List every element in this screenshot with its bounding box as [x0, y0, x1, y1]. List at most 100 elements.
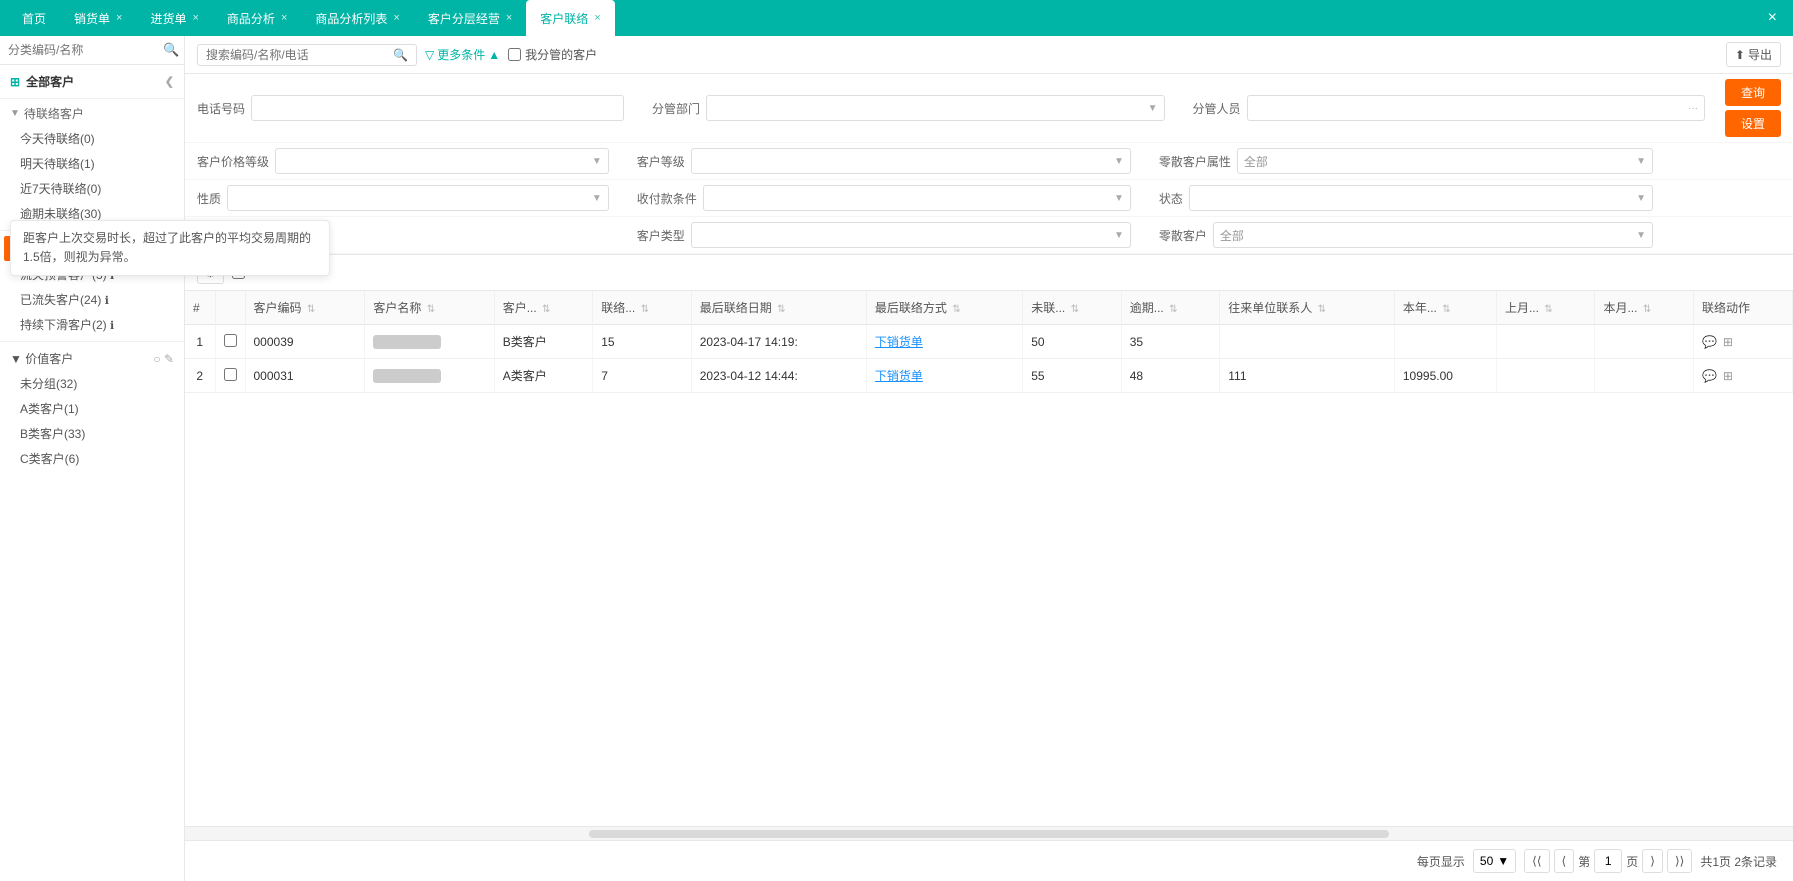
cust-type-select[interactable]: ▼ — [691, 222, 1131, 248]
row-checkbox-1[interactable] — [224, 334, 237, 347]
sidebar-item-week[interactable]: 近7天待联络(0) — [0, 176, 184, 201]
nav-purchase-close[interactable]: × — [192, 12, 198, 24]
sidebar-item-declining[interactable]: 持续下滑客户(2) ℹ — [0, 312, 184, 337]
setting-button[interactable]: 设置 — [1725, 110, 1781, 137]
col-code[interactable]: 客户编码 ⇅ — [245, 291, 365, 325]
col-contact[interactable]: 联络... ⇅ — [593, 291, 692, 325]
scatter-attr-select[interactable]: 全部 ▼ — [1237, 148, 1653, 174]
col-this-year[interactable]: 本年... ⇅ — [1394, 291, 1496, 325]
table-scroll-area[interactable]: # 客户编码 ⇅ 客户名称 ⇅ 客户... ⇅ 联络... ⇅ 最后联络日期 ⇅… — [185, 291, 1793, 826]
col-no-contact[interactable]: 未联... ⇅ — [1023, 291, 1122, 325]
sidebar-collapse-btn[interactable]: ❮ — [165, 75, 174, 88]
row-checkbox-2[interactable] — [224, 368, 237, 381]
col-last-method[interactable]: 最后联络方式 ⇅ — [866, 291, 1022, 325]
export-button[interactable]: ⬆ 导出 — [1726, 42, 1781, 67]
sidebar-search-icon[interactable]: 🔍 — [163, 42, 179, 58]
my-customer-checkbox[interactable] — [508, 48, 521, 61]
filter-icon: ▽ — [425, 48, 434, 62]
sidebar-item-a-class[interactable]: A类客户(1) — [0, 396, 184, 421]
nav-customer-contact[interactable]: 客户联络 × — [526, 0, 614, 36]
cell-action-1: 💬 ⊞ — [1693, 325, 1792, 359]
nature-select[interactable]: ▼ — [227, 185, 609, 211]
cell-last-month-2 — [1496, 359, 1595, 393]
main-search-input[interactable] — [206, 48, 393, 62]
nav-analysis[interactable]: 商品分析 × — [213, 0, 301, 36]
nav-customer-contact-close[interactable]: × — [594, 12, 600, 24]
grid-action-icon-1[interactable]: ⊞ — [1723, 335, 1733, 349]
filter-bar: 🔍 ▽ 更多条件 ▲ 我分管的客户 ⬆ 导出 — [185, 36, 1793, 74]
field-cust-type: 客户类型 ▼ — [637, 222, 1131, 248]
sidebar-group-pending[interactable]: ▼ 待联络客户 — [0, 99, 184, 126]
payment-select[interactable]: ▼ — [703, 185, 1131, 211]
sidebar-item-ungroup[interactable]: 未分组(32) — [0, 371, 184, 396]
col-this-month[interactable]: 本月... ⇅ — [1595, 291, 1694, 325]
price-grade-select[interactable]: ▼ — [275, 148, 609, 174]
query-button[interactable]: 查询 — [1725, 79, 1781, 106]
col-last-date[interactable]: 最后联络日期 ⇅ — [691, 291, 866, 325]
cell-no-contact-2: 55 — [1023, 359, 1122, 393]
col-unit-contact[interactable]: 往来单位联系人 ⇅ — [1220, 291, 1395, 325]
nav-customer-segment-close[interactable]: × — [506, 12, 512, 24]
sidebar-search-bar: 🔍 — [0, 36, 184, 65]
page-number-input[interactable] — [1594, 849, 1622, 873]
field-payment: 收付款条件 ▼ — [637, 185, 1131, 211]
scatter-cust-select[interactable]: 全部 ▼ — [1213, 222, 1653, 248]
tooltip-text: 距客户上次交易时长，超过了此客户的平均交易周期的1.5倍，则视为异常。 — [23, 231, 311, 264]
cell-type-2: A类客户 — [494, 359, 593, 393]
nav-purchase[interactable]: 进货单 × — [136, 0, 212, 36]
cell-last-method-2[interactable]: 下销货单 — [866, 359, 1022, 393]
sc-arrow-icon: ▼ — [1636, 230, 1646, 241]
field-status: 状态 ▼ — [1159, 185, 1653, 211]
col-overdue[interactable]: 逾期... ⇅ — [1121, 291, 1220, 325]
more-conditions-btn[interactable]: ▽ 更多条件 ▲ — [425, 46, 500, 63]
grid-action-icon-2[interactable]: ⊞ — [1723, 369, 1733, 383]
status-select[interactable]: ▼ — [1189, 185, 1653, 211]
nav-home[interactable]: 首页 — [8, 0, 60, 36]
scrollbar-thumb[interactable] — [589, 830, 1389, 838]
ct-arrow-icon: ▼ — [1114, 230, 1124, 241]
advanced-filter: 电话号码 分管部门 ▼ 分管人员 ··· — [185, 74, 1793, 255]
sidebar-item-today[interactable]: 今天待联络(0) — [0, 126, 184, 151]
nav-analysis-list-close[interactable]: × — [393, 12, 399, 24]
cell-check-1[interactable] — [215, 325, 245, 359]
sidebar-item-tomorrow[interactable]: 明天待联络(1) — [0, 151, 184, 176]
close-all-tabs[interactable]: × — [1760, 9, 1785, 27]
nav-sales[interactable]: 销货单 × — [60, 0, 136, 36]
cell-last-method-1[interactable]: 下销货单 — [866, 325, 1022, 359]
col-last-month[interactable]: 上月... ⇅ — [1496, 291, 1595, 325]
pagination-bar: 每页显示 50 ▼ ⟨⟨ ⟨ 第 页 ⟩ ⟩⟩ 共1页 2条记录 — [185, 840, 1793, 881]
nav-analysis-list[interactable]: 商品分析列表 × — [301, 0, 413, 36]
cust-grade-select[interactable]: ▼ — [691, 148, 1131, 174]
sidebar-item-c-class[interactable]: C类客户(6) — [0, 446, 184, 471]
nav-sales-close[interactable]: × — [116, 12, 122, 24]
cell-type-1: B类客户 — [494, 325, 593, 359]
comment-icon-2[interactable]: 💬 — [1702, 369, 1717, 383]
col-type[interactable]: 客户... ⇅ — [494, 291, 593, 325]
sidebar-search-input[interactable] — [8, 43, 163, 57]
nav-customer-segment[interactable]: 客户分层经营 × — [414, 0, 526, 36]
dept-select[interactable]: ▼ — [706, 95, 1164, 121]
sa-arrow-icon: ▼ — [1636, 156, 1646, 167]
field-scatter-attr: 零散客户属性 全部 ▼ — [1159, 148, 1653, 174]
cell-unit-contact-1 — [1220, 325, 1395, 359]
person-select[interactable]: ··· — [1247, 95, 1705, 121]
prev-page-btn[interactable]: ⟨ — [1554, 849, 1575, 873]
chevron-up-icon: ▲ — [488, 48, 500, 62]
cell-check-2[interactable] — [215, 359, 245, 393]
sidebar-item-b-class[interactable]: B类客户(33) — [0, 421, 184, 446]
horizontal-scrollbar[interactable] — [185, 826, 1793, 840]
dept-arrow-icon: ▼ — [1148, 103, 1158, 114]
dept-label: 分管部门 — [652, 100, 700, 117]
comment-icon-1[interactable]: 💬 — [1702, 335, 1717, 349]
nav-analysis-close[interactable]: × — [281, 12, 287, 24]
per-page-select[interactable]: 50 ▼ — [1473, 849, 1516, 873]
last-page-btn[interactable]: ⟩⟩ — [1667, 849, 1692, 873]
next-page-btn[interactable]: ⟩ — [1642, 849, 1663, 873]
person-label: 分管人员 — [1193, 100, 1241, 117]
phone-input[interactable] — [251, 95, 624, 121]
search-icon[interactable]: 🔍 — [393, 48, 408, 62]
cell-contact-1: 15 — [593, 325, 692, 359]
col-name[interactable]: 客户名称 ⇅ — [365, 291, 494, 325]
sidebar-item-lost[interactable]: 已流失客户(24) ℹ — [0, 287, 184, 312]
first-page-btn[interactable]: ⟨⟨ — [1524, 849, 1549, 873]
